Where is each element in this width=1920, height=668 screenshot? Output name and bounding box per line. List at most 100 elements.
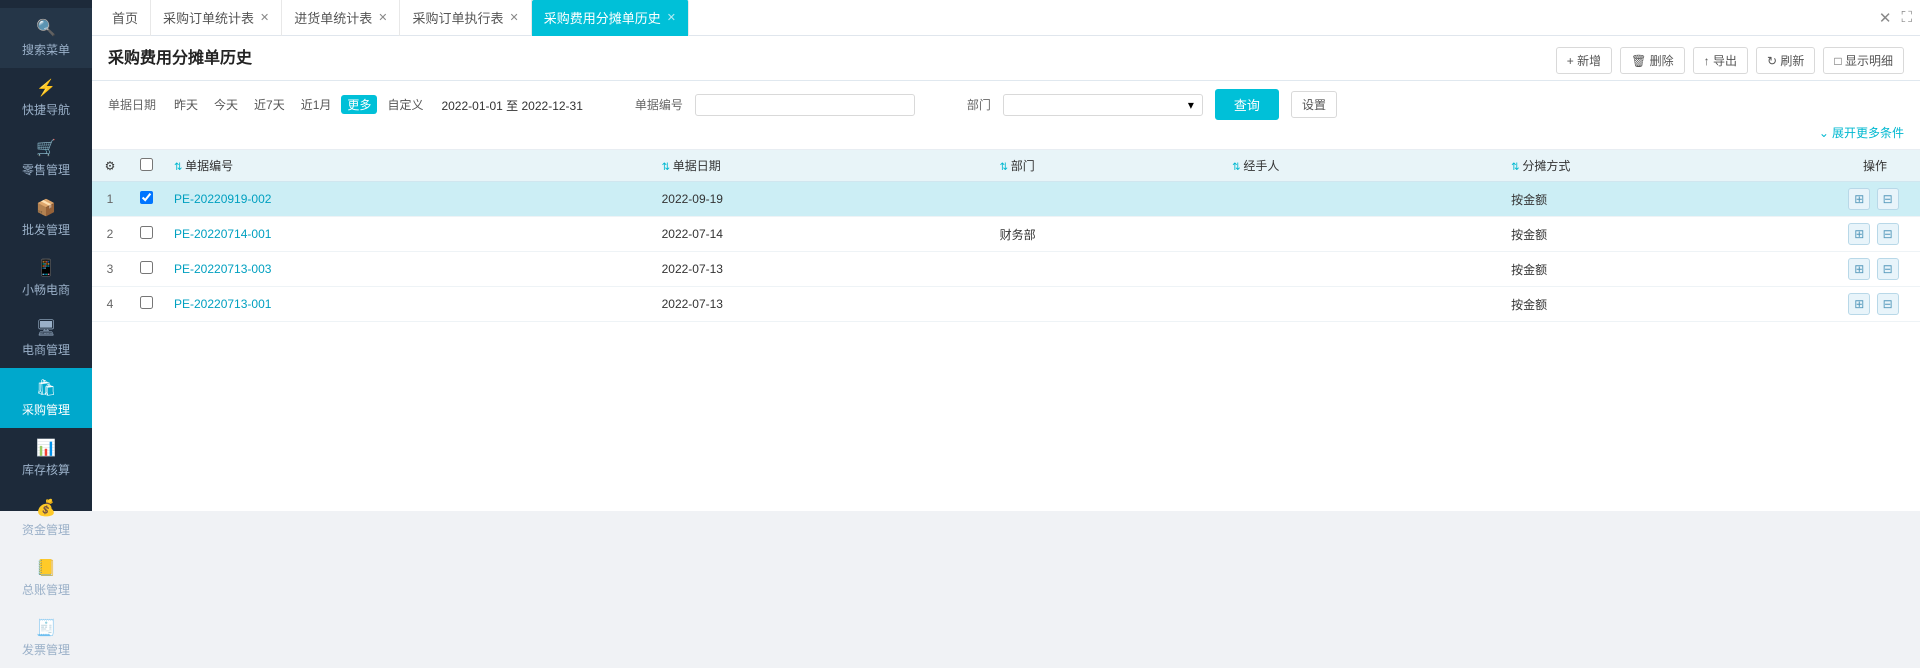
date-btn-7days[interactable]: 近7天	[248, 95, 291, 114]
row-view-btn[interactable]: ⊞	[1848, 188, 1870, 210]
row-num: 3	[92, 252, 128, 287]
date-btn-1month[interactable]: 近1月	[295, 95, 338, 114]
order-no-link[interactable]: PE-20220919-002	[174, 192, 271, 206]
table-container: ⚙ 单据编号 单据日期 部门 经手人 分摊方式 操作 1 PE-20220919…	[92, 150, 1920, 511]
row-view-btn[interactable]: ⊞	[1848, 223, 1870, 245]
row-actions: ⊞ ⊟	[1830, 182, 1920, 217]
tab-purchase-order-exec[interactable]: 采购订单执行表 ✕	[400, 0, 531, 36]
sidebar-item-search[interactable]: 🔍 搜索菜单	[0, 8, 92, 68]
row-dept: 财务部	[990, 217, 1223, 252]
sidebar-item-wholesale[interactable]: 📦 批发管理	[0, 188, 92, 248]
table-row: 4 PE-20220713-001 2022-07-13 按金额 ⊞ ⊟	[92, 287, 1920, 322]
close-tab-purchase-order-stats[interactable]: ✕	[260, 11, 269, 24]
col-settings[interactable]: ⚙	[92, 150, 128, 182]
date-shortcuts: 昨天 今天 近7天 近1月 更多 自定义	[168, 95, 429, 114]
row-edit-btn[interactable]: ⊟	[1877, 223, 1899, 245]
row-checkbox[interactable]	[140, 226, 153, 239]
invoice-icon: 🧾	[36, 618, 56, 638]
col-date[interactable]: 单据日期	[652, 150, 990, 182]
tab-home[interactable]: 首页	[100, 0, 151, 36]
close-tab-purchase-goods-stats[interactable]: ✕	[378, 11, 387, 24]
export-button[interactable]: ↑ 导出	[1693, 47, 1748, 74]
col-order-no[interactable]: 单据编号	[164, 150, 652, 182]
table-header-row: ⚙ 单据编号 单据日期 部门 经手人 分摊方式 操作	[92, 150, 1920, 182]
sidebar-item-invoice[interactable]: 🧾 发票管理	[0, 608, 92, 668]
mini-icon: 📱	[36, 258, 56, 278]
row-actions: ⊞ ⊟	[1830, 217, 1920, 252]
order-no-link[interactable]: PE-20220714-001	[174, 227, 271, 241]
header-actions: + 新增 🗑 删除 ↑ 导出 ↻ 刷新 □ 显示明细	[1556, 47, 1904, 74]
main-content: 首页 采购订单统计表 ✕ 进货单统计表 ✕ 采购订单执行表 ✕ 采购费用分摊单历…	[92, 0, 1920, 511]
row-handler	[1222, 217, 1501, 252]
row-checkbox[interactable]	[140, 261, 153, 274]
date-btn-custom[interactable]: 自定义	[381, 95, 429, 114]
order-no-input[interactable]	[695, 94, 915, 116]
maximize-window[interactable]: ⛶	[1901, 9, 1912, 26]
select-all-checkbox[interactable]	[140, 158, 153, 171]
search-button[interactable]: 查询	[1215, 89, 1279, 120]
row-dept	[990, 252, 1223, 287]
date-btn-yesterday[interactable]: 昨天	[168, 95, 204, 114]
row-num: 4	[92, 287, 128, 322]
row-method: 按金额	[1501, 287, 1830, 322]
inventory-icon: 📊	[36, 438, 56, 458]
row-dept	[990, 182, 1223, 217]
add-button[interactable]: + 新增	[1556, 47, 1612, 74]
filter-area: 单据日期 昨天 今天 近7天 近1月 更多 自定义 2022-01-01 至 2…	[92, 81, 1920, 150]
row-checkbox[interactable]	[140, 296, 153, 309]
tab-bar-right: ✕ ⛶	[1879, 9, 1912, 27]
sidebar-item-quick[interactable]: ⚡ 快捷导航	[0, 68, 92, 128]
table-row: 3 PE-20220713-003 2022-07-13 按金额 ⊞ ⊟	[92, 252, 1920, 287]
page-header: 采购费用分摊单历史 + 新增 🗑 删除 ↑ 导出 ↻ 刷新 □ 显示明细	[92, 36, 1920, 81]
row-view-btn[interactable]: ⊞	[1848, 293, 1870, 315]
refresh-button[interactable]: ↻ 刷新	[1756, 47, 1815, 74]
retail-icon: 🛒	[36, 138, 56, 158]
row-checkbox[interactable]	[140, 191, 153, 204]
row-date: 2022-07-13	[652, 287, 990, 322]
date-btn-today[interactable]: 今天	[208, 95, 244, 114]
col-action: 操作	[1830, 150, 1920, 182]
finance-icon: 💰	[36, 498, 56, 518]
date-label: 单据日期	[108, 96, 156, 113]
row-handler	[1222, 252, 1501, 287]
close-all-tabs[interactable]: ✕	[1879, 9, 1892, 27]
tab-purchase-goods-stats[interactable]: 进货单统计表 ✕	[282, 0, 400, 36]
col-method[interactable]: 分摊方式	[1501, 150, 1830, 182]
table-row: 1 PE-20220919-002 2022-09-19 按金额 ⊞ ⊟	[92, 182, 1920, 217]
sidebar-item-ecommerce[interactable]: 🖥 电商管理	[0, 308, 92, 368]
row-date: 2022-07-14	[652, 217, 990, 252]
expand-filter-btn[interactable]: ⌄ 展开更多条件	[1819, 124, 1904, 141]
page-title: 采购费用分摊单历史	[108, 44, 252, 68]
delete-button[interactable]: 🗑 删除	[1620, 47, 1685, 74]
sidebar-item-retail[interactable]: 🛒 零售管理	[0, 128, 92, 188]
order-no-link[interactable]: PE-20220713-001	[174, 297, 271, 311]
row-handler	[1222, 287, 1501, 322]
sidebar-item-ledger[interactable]: 📒 总账管理	[0, 548, 92, 608]
row-order-no: PE-20220919-002	[164, 182, 652, 217]
row-handler	[1222, 182, 1501, 217]
order-no-link[interactable]: PE-20220713-003	[174, 262, 271, 276]
sidebar-item-mini[interactable]: 📱 小畅电商	[0, 248, 92, 308]
settings-button[interactable]: 设置	[1291, 91, 1337, 118]
sidebar: 🔍 搜索菜单 ⚡ 快捷导航 🛒 零售管理 📦 批发管理 📱 小畅电商 🖥 电商管…	[0, 0, 92, 511]
tab-purchase-fee-history[interactable]: 采购费用分摊单历史 ✕	[532, 0, 689, 36]
row-view-btn[interactable]: ⊞	[1848, 258, 1870, 280]
col-handler[interactable]: 经手人	[1222, 150, 1501, 182]
search-icon: 🔍	[36, 18, 56, 38]
tab-purchase-order-stats[interactable]: 采购订单统计表 ✕	[151, 0, 282, 36]
col-dept[interactable]: 部门	[990, 150, 1223, 182]
row-edit-btn[interactable]: ⊟	[1877, 188, 1899, 210]
dept-select[interactable]: ▾	[1003, 94, 1203, 116]
ecommerce-icon: 🖥	[36, 318, 56, 338]
row-order-no: PE-20220714-001	[164, 217, 652, 252]
close-tab-purchase-fee-history[interactable]: ✕	[667, 11, 676, 24]
row-checkbox-cell	[128, 252, 164, 287]
sidebar-item-purchase[interactable]: 🛍 采购管理	[0, 368, 92, 428]
display-detail-button[interactable]: □ 显示明细	[1823, 47, 1904, 74]
date-btn-more[interactable]: 更多	[341, 95, 377, 114]
close-tab-purchase-order-exec[interactable]: ✕	[510, 11, 519, 24]
row-edit-btn[interactable]: ⊟	[1877, 293, 1899, 315]
row-edit-btn[interactable]: ⊟	[1877, 258, 1899, 280]
sidebar-item-finance[interactable]: 💰 资金管理	[0, 488, 92, 548]
sidebar-item-inventory[interactable]: 📊 库存核算	[0, 428, 92, 488]
